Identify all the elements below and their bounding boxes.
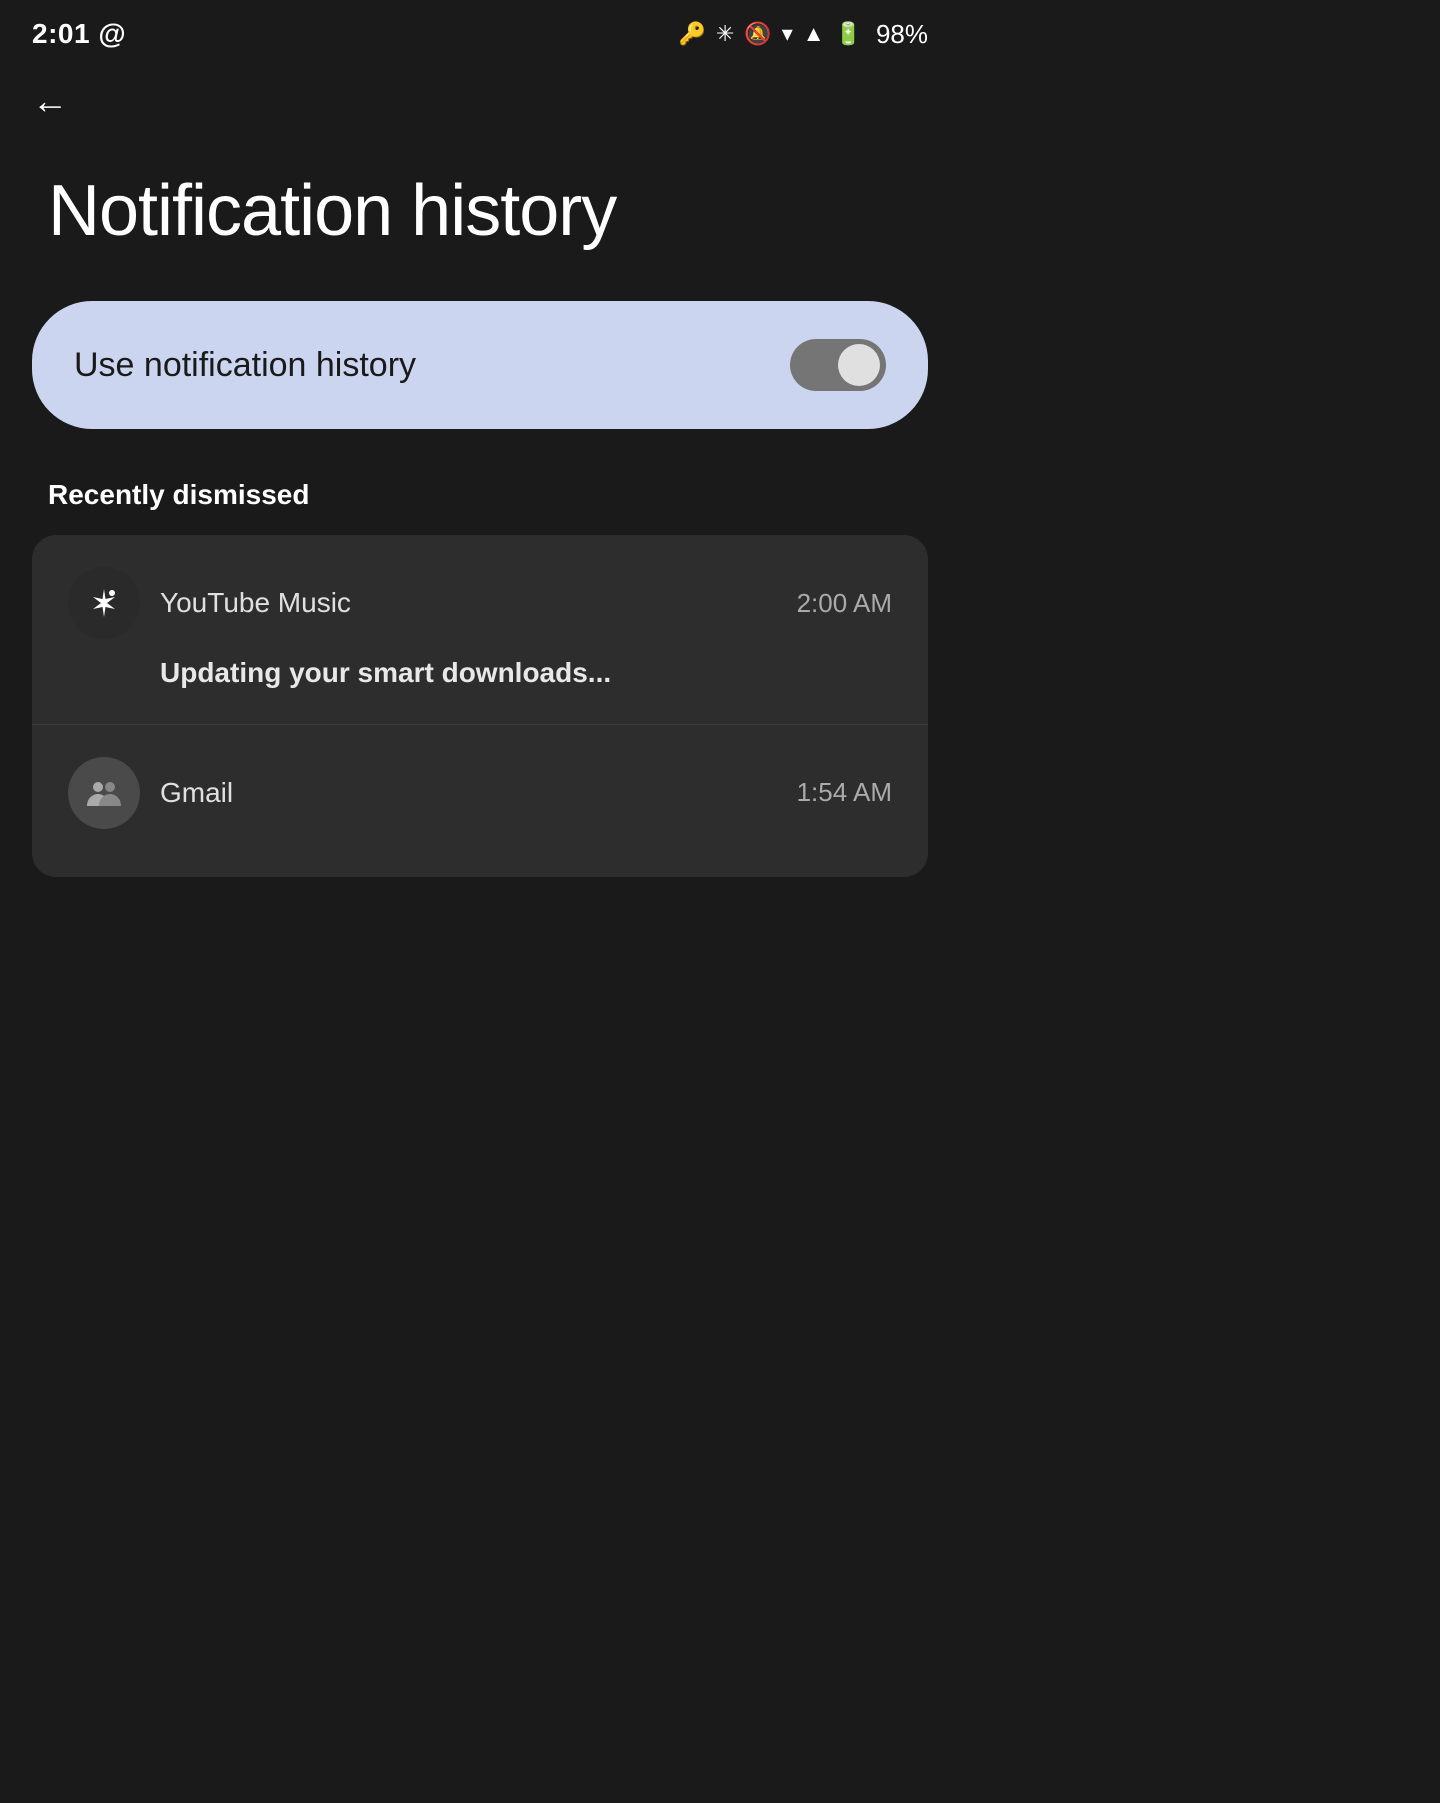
app-info: YouTube Music [68, 567, 351, 639]
wifi-icon: ▾ [782, 21, 793, 47]
notification-item-youtube-music[interactable]: YouTube Music 2:00 AM Updating your smar… [32, 535, 928, 723]
youtube-music-icon [68, 567, 140, 639]
notification-history-toggle-row[interactable]: Use notification history [32, 301, 928, 429]
gmail-notification-header: Gmail 1:54 AM [68, 757, 892, 829]
page-title: Notification history [0, 142, 960, 301]
status-icons: 🔑 ✳ 🔕 ▾ ▲ 🔋 98% [678, 19, 928, 50]
back-arrow-icon: ← [32, 80, 68, 121]
youtube-music-time: 2:00 AM [797, 588, 892, 619]
notification-item-gmail[interactable]: Gmail 1:54 AM [32, 724, 928, 877]
people-svg [85, 774, 123, 812]
notification-card-container: YouTube Music 2:00 AM Updating your smar… [32, 535, 928, 876]
signal-icon: ▲ [803, 21, 825, 47]
toggle-label: Use notification history [74, 346, 416, 385]
youtube-music-message: Updating your smart downloads... [68, 655, 892, 691]
at-symbol: @ [98, 18, 126, 49]
key-icon: 🔑 [678, 21, 705, 47]
battery-icon: 🔋 [835, 21, 862, 47]
status-bar: 2:01 @ 🔑 ✳ 🔕 ▾ ▲ 🔋 98% [0, 0, 960, 60]
recently-dismissed-header: Recently dismissed [0, 429, 960, 535]
status-time: 2:01 @ [32, 18, 126, 50]
gmail-time: 1:54 AM [797, 777, 892, 808]
sparkle-svg [86, 585, 122, 621]
bluetooth-icon: ✳ [716, 21, 734, 47]
battery-percent: 98% [876, 19, 928, 50]
gmail-app-info: Gmail [68, 757, 233, 829]
toggle-knob [838, 344, 880, 386]
gmail-app-name: Gmail [160, 777, 233, 809]
mute-icon: 🔕 [744, 21, 771, 47]
youtube-music-app-name: YouTube Music [160, 587, 351, 619]
toggle-switch[interactable] [790, 339, 886, 391]
back-button[interactable]: ← [0, 60, 100, 142]
time-text: 2:01 [32, 18, 90, 49]
notification-header: YouTube Music 2:00 AM [68, 567, 892, 639]
gmail-icon [68, 757, 140, 829]
